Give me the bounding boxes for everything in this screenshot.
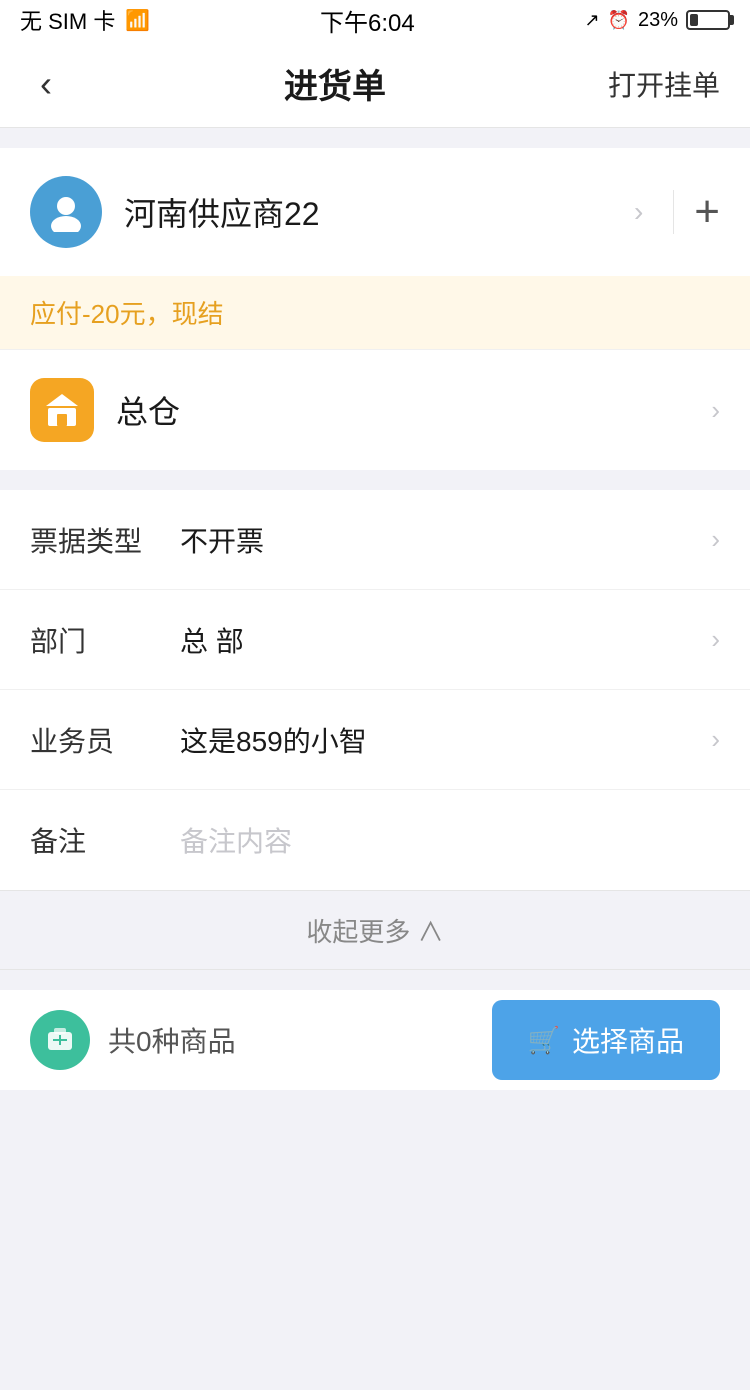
- alarm-icon: ⏰: [608, 10, 630, 31]
- collapse-text: 收起更多 ∧: [306, 912, 443, 949]
- supplier-avatar: [30, 176, 102, 248]
- notice-bar: 应付-20元，现结: [0, 276, 750, 349]
- wifi-icon: 📶: [125, 8, 150, 33]
- warehouse-row[interactable]: 总仓 ›: [0, 349, 750, 470]
- form-section: 票据类型 不开票 › 部门 总 部 › 业务员 这是859的小智 › 备注 备注…: [0, 490, 750, 890]
- remark-row[interactable]: 备注 备注内容: [0, 790, 750, 890]
- time-text: 下午6:04: [320, 3, 415, 38]
- status-right: ↗ ⏰ 23%: [584, 9, 730, 32]
- invoice-type-chevron: ›: [711, 524, 720, 555]
- product-count-icon: [30, 1010, 90, 1070]
- product-count-text: 共0种商品: [108, 1020, 236, 1060]
- select-product-icon: 🛒: [528, 1025, 560, 1056]
- carrier-text: 无 SIM 卡: [20, 4, 115, 36]
- battery-fill: [690, 14, 698, 26]
- battery-indicator: [686, 10, 730, 30]
- select-product-button[interactable]: 🛒 选择商品: [492, 1000, 720, 1080]
- warehouse-icon: [30, 378, 94, 442]
- department-label: 部门: [30, 620, 160, 660]
- bottom-bar: 共0种商品 🛒 选择商品: [0, 990, 750, 1090]
- open-pending-button[interactable]: 打开挂单: [608, 64, 720, 104]
- gap-1: [0, 128, 750, 148]
- warehouse-chevron: ›: [711, 395, 720, 426]
- page-title: 进货单: [284, 59, 386, 108]
- invoice-type-value: 不开票: [180, 520, 711, 560]
- salesperson-label: 业务员: [30, 720, 160, 760]
- department-row[interactable]: 部门 总 部 ›: [0, 590, 750, 690]
- add-supplier-button[interactable]: +: [673, 190, 720, 234]
- supplier-name: 河南供应商22: [124, 189, 634, 235]
- battery-text: 23%: [638, 9, 678, 32]
- product-count-left: 共0种商品: [30, 1010, 236, 1070]
- remark-placeholder: 备注内容: [180, 820, 720, 860]
- supplier-section: 河南供应商22 › + 应付-20元，现结 总仓 ›: [0, 148, 750, 470]
- select-product-label: 选择商品: [572, 1020, 684, 1060]
- department-chevron: ›: [711, 624, 720, 655]
- salesperson-chevron: ›: [711, 724, 720, 755]
- status-left: 无 SIM 卡 📶: [20, 4, 150, 36]
- notice-text: 应付-20元，现结: [30, 299, 224, 329]
- salesperson-row[interactable]: 业务员 这是859的小智 ›: [0, 690, 750, 790]
- collapse-bar[interactable]: 收起更多 ∧: [0, 890, 750, 970]
- location-icon: ↗: [584, 10, 599, 31]
- status-bar: 无 SIM 卡 📶 下午6:04 ↗ ⏰ 23%: [0, 0, 750, 40]
- back-button[interactable]: ‹: [30, 53, 62, 115]
- warehouse-name: 总仓: [116, 387, 711, 433]
- remark-label: 备注: [30, 820, 160, 860]
- department-value: 总 部: [180, 620, 711, 660]
- invoice-type-label: 票据类型: [30, 520, 160, 560]
- nav-bar: ‹ 进货单 打开挂单: [0, 40, 750, 128]
- page-background: [0, 1090, 750, 1390]
- invoice-type-row[interactable]: 票据类型 不开票 ›: [0, 490, 750, 590]
- supplier-chevron: ›: [634, 196, 643, 228]
- salesperson-value: 这是859的小智: [180, 720, 711, 760]
- supplier-row[interactable]: 河南供应商22 › +: [0, 148, 750, 276]
